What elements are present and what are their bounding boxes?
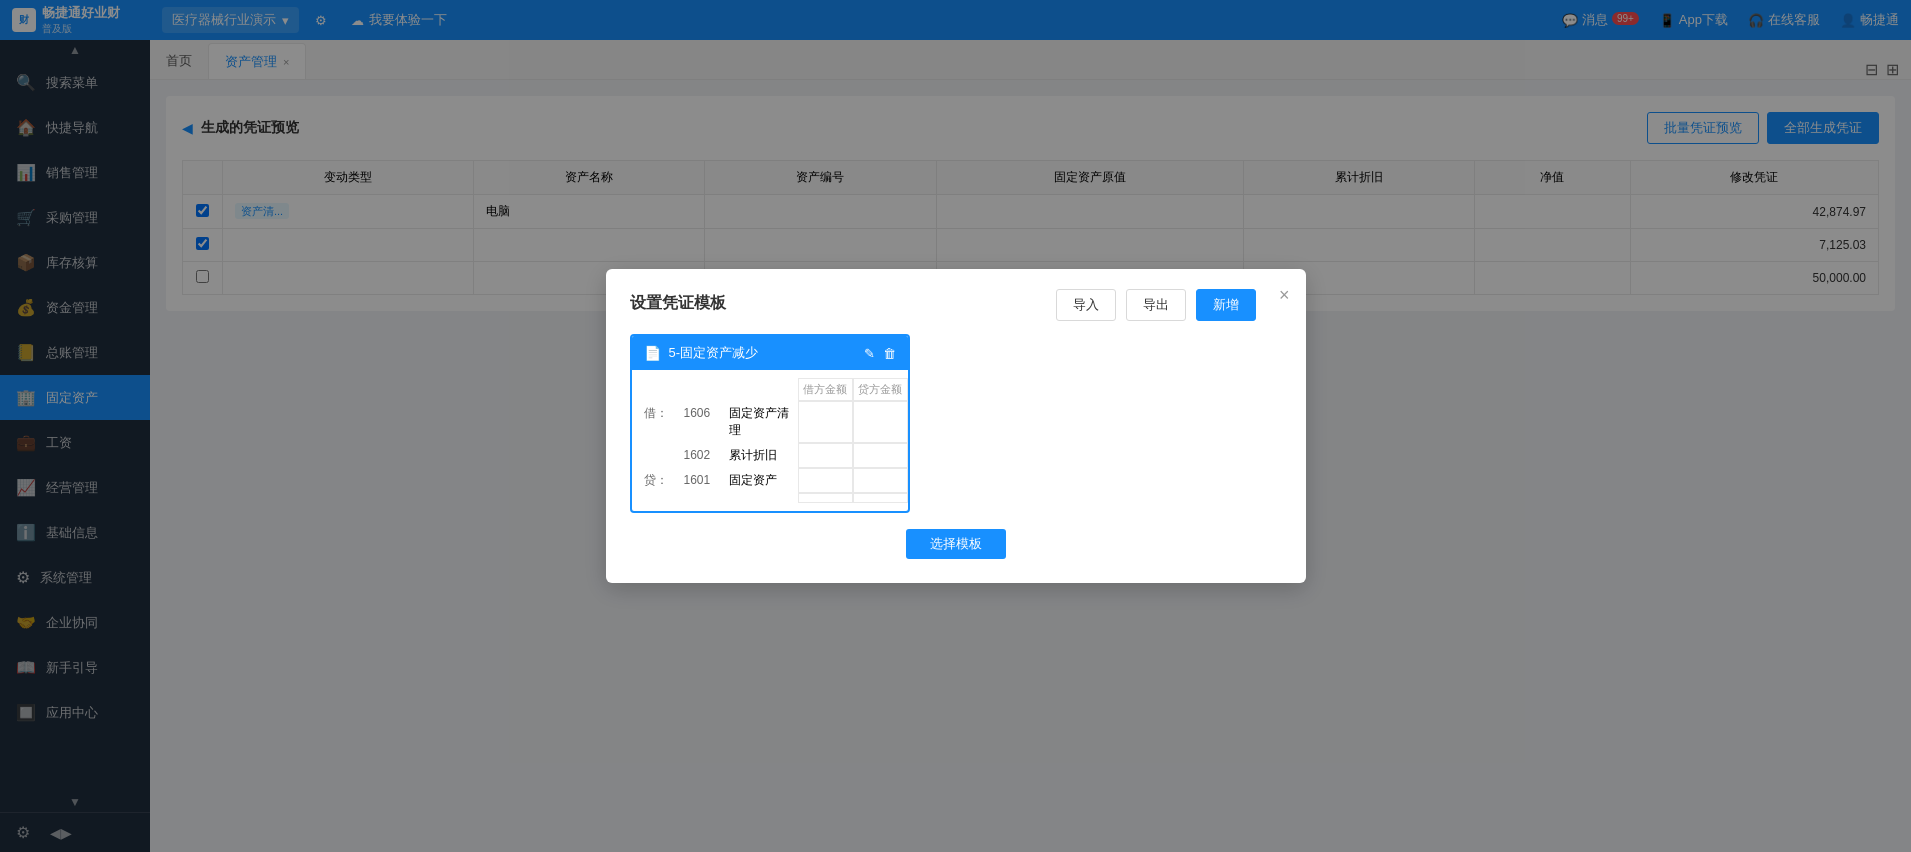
import-button[interactable]: 导入 bbox=[1056, 289, 1116, 321]
template-card-header: 📄 5-固定资产减少 ✎ 🗑 bbox=[632, 336, 908, 370]
template-entry-row: 借： 1606 固定资产清理 bbox=[632, 401, 908, 443]
certificate-template-modal: 设置凭证模板 × 导入 导出 新增 📄 5-固定资产减少 ✎ 🗑 bbox=[606, 269, 1306, 583]
template-delete-icon[interactable]: 🗑 bbox=[883, 346, 896, 361]
template-card: 📄 5-固定资产减少 ✎ 🗑 借方金额 bbox=[630, 334, 910, 513]
modal-overlay: 设置凭证模板 × 导入 导出 新增 📄 5-固定资产减少 ✎ 🗑 bbox=[0, 0, 1911, 852]
modal-close-button[interactable]: × bbox=[1279, 285, 1290, 306]
template-actions: ✎ 🗑 bbox=[864, 346, 896, 361]
template-entry-row: 贷： 1601 固定资产 bbox=[632, 468, 908, 493]
template-doc-icon: 📄 bbox=[644, 345, 661, 361]
template-title: 5-固定资产减少 bbox=[669, 344, 856, 362]
template-card-body: 借方金额 贷方金额 借： 1606 固定资产清理 1602 bbox=[632, 370, 908, 511]
modal-actions: 导入 导出 新增 bbox=[1056, 289, 1256, 321]
template-name: 固定资产减少 bbox=[680, 345, 758, 360]
template-edit-icon[interactable]: ✎ bbox=[864, 346, 875, 361]
template-number: 5 bbox=[669, 345, 676, 360]
template-entries-header: 借方金额 贷方金额 bbox=[632, 378, 908, 401]
new-template-button[interactable]: 新增 bbox=[1196, 289, 1256, 321]
select-template-button[interactable]: 选择模板 bbox=[906, 529, 1006, 559]
template-entry-empty bbox=[632, 493, 908, 503]
template-entry-row: 1602 累计折旧 bbox=[632, 443, 908, 468]
template-entries: 借方金额 贷方金额 借： 1606 固定资产清理 1602 bbox=[632, 378, 908, 503]
export-button[interactable]: 导出 bbox=[1126, 289, 1186, 321]
